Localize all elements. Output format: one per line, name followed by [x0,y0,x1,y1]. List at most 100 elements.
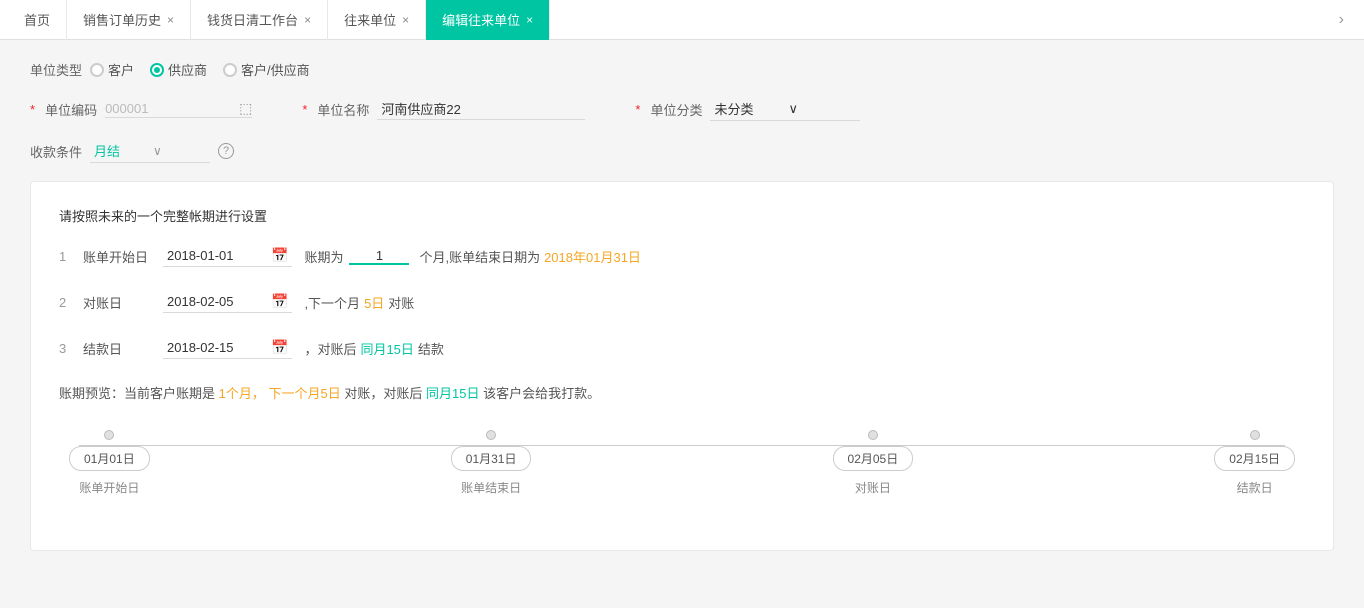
timeline-dot-2 [486,430,496,440]
timeline-tag-2: 01月31日 [451,446,532,471]
radio-both[interactable]: 客户/供应商 [223,60,310,79]
calendar-icon-1[interactable]: 📅 [271,247,288,264]
payment-condition-select[interactable]: 月结 ∨ [90,139,210,163]
timeline-dot-3 [868,430,878,440]
timeline-tag-3: 02月05日 [833,446,914,471]
tab-partner-unit[interactable]: 往来单位 × [328,0,426,40]
help-icon[interactable]: ? [218,143,234,159]
close-edit-partner-icon[interactable]: × [526,13,533,27]
radio-supplier[interactable]: 供应商 [150,60,207,79]
radio-supplier-circle [150,63,164,77]
tabs-expand-icon[interactable]: › [1327,11,1356,29]
row-label-3: 结款日 [83,339,163,358]
radio-group: 客户 供应商 客户/供应商 [90,60,310,79]
unit-classify-required: * [635,102,640,117]
period-input[interactable] [349,248,409,265]
timeline-tag-1: 01月01日 [69,446,150,471]
tab-sales-history-label: 销售订单历史 [83,10,161,29]
unit-type-row: 单位类型 客户 供应商 客户/供应商 [30,60,1334,79]
date-field-1[interactable] [167,248,267,263]
preview-part2: 下一个月5日 [269,386,341,401]
timeline-container: 01月01日 账单开始日 01月31日 账单结束日 02月05日 对账日 [59,430,1305,526]
unit-type-label: 单位类型 [30,60,82,79]
unit-classify-value: 未分类 [714,99,782,118]
date-input-3: 📅 [163,337,292,359]
timeline-tag-4: 02月15日 [1214,446,1295,471]
timeline-label-4: 结款日 [1237,479,1273,496]
payment-condition-field: 收款条件 月结 ∨ ? [30,139,234,163]
date-input-2: 📅 [163,291,292,313]
radio-customer-circle [90,63,104,77]
timeline-label-3: 对账日 [855,479,891,496]
timeline-dot-4 [1250,430,1260,440]
close-sales-history-icon[interactable]: × [167,13,174,27]
setting-row-3: 3 结款日 📅 ，对账后 同月15日 结款 [59,337,1305,359]
reconcile-suffix: 对账 [388,293,414,312]
timeline: 01月01日 账单开始日 01月31日 账单结束日 02月05日 对账日 [69,430,1295,496]
unit-code-label: 单位编码 [45,100,97,119]
tab-sales-history[interactable]: 销售订单历史 × [67,0,191,40]
period-suffix: 个月,账单结束日期为 [419,247,540,266]
preview-text: 账期预览：当前客户账期是 1个月， 下一个月5日 对账，对账后 同月15日 该客… [59,383,1305,402]
unit-code-copy-icon[interactable]: ⬚ [239,100,252,117]
payment-condition-value: 月结 [94,141,147,160]
radio-customer[interactable]: 客户 [90,60,134,79]
timeline-label-2: 账单结束日 [461,479,521,496]
payment-condition-chevron-icon: ∨ [153,144,206,158]
tab-home[interactable]: 首页 [8,0,67,40]
radio-both-label: 客户/供应商 [241,60,310,79]
period-prefix: 账期为 [304,247,343,266]
card-title: 请按照未来的一个完整帐期进行设置 [59,206,1305,225]
row-label-2: 对账日 [83,293,163,312]
calendar-icon-2[interactable]: 📅 [271,293,288,310]
unit-name-field: * 单位名称 [302,99,585,120]
settle-suffix: 结款 [418,339,444,358]
preview-part4: 同月15日 [426,386,479,401]
unit-classify-chevron-icon: ∨ [788,101,856,117]
timeline-node-1: 01月01日 账单开始日 [69,430,150,496]
tab-cash-work-label: 钱货日清工作台 [207,10,298,29]
unit-code-required: * [30,102,35,117]
tab-cash-work[interactable]: 钱货日清工作台 × [191,0,328,40]
payment-condition-row: 收款条件 月结 ∨ ? [30,139,1334,163]
reconcile-highlight: 5日 [364,293,384,312]
timeline-dot-1 [104,430,114,440]
unit-type-field: 单位类型 客户 供应商 客户/供应商 [30,60,310,79]
unit-name-required: * [302,102,307,117]
tab-partner-unit-label: 往来单位 [344,10,396,29]
row-num-1: 1 [59,249,83,264]
date-field-3[interactable] [167,340,267,355]
row-label-1: 账单开始日 [83,247,163,266]
close-partner-unit-icon[interactable]: × [402,13,409,27]
unit-info-row: * 单位编码 ⬚ * 单位名称 * 单位分类 未分类 ∨ [30,97,1334,121]
unit-classify-select[interactable]: 未分类 ∨ [710,97,860,121]
close-cash-work-icon[interactable]: × [304,13,311,27]
unit-code-field: * 单位编码 ⬚ [30,100,252,119]
settle-prefix: ，对账后 [304,339,356,358]
radio-supplier-label: 供应商 [168,60,207,79]
date-input-1: 📅 [163,245,292,267]
payment-condition-label: 收款条件 [30,142,82,161]
radio-customer-label: 客户 [108,60,134,79]
unit-classify-label: 单位分类 [650,100,702,119]
timeline-line [79,445,1285,446]
preview-label: 账期预览：当前客户账期是 [59,386,215,401]
tab-edit-partner[interactable]: 编辑往来单位 × [426,0,550,40]
row-num-3: 3 [59,341,83,356]
reconcile-prefix: ,下一个月 [304,293,360,312]
date-field-2[interactable] [167,294,267,309]
calendar-icon-3[interactable]: 📅 [271,339,288,356]
preview-part5: 该客户会给我打款。 [483,386,600,401]
setting-row-2: 2 对账日 📅 ,下一个月 5日 对账 [59,291,1305,313]
main-content: 单位类型 客户 供应商 客户/供应商 * 单位编码 [0,40,1364,587]
timeline-node-4: 02月15日 结款日 [1214,430,1295,496]
unit-classify-field: * 单位分类 未分类 ∨ [635,97,860,121]
row-num-2: 2 [59,295,83,310]
tabs-bar: 首页 销售订单历史 × 钱货日清工作台 × 往来单位 × 编辑往来单位 × › [0,0,1364,40]
unit-name-input[interactable] [381,101,581,116]
settle-highlight: 同月15日 [360,339,413,358]
timeline-label-1: 账单开始日 [79,479,139,496]
preview-part1: 1个月， [219,386,265,401]
period-end-date: 2018年01月31日 [544,247,641,266]
unit-code-input[interactable] [105,101,235,116]
